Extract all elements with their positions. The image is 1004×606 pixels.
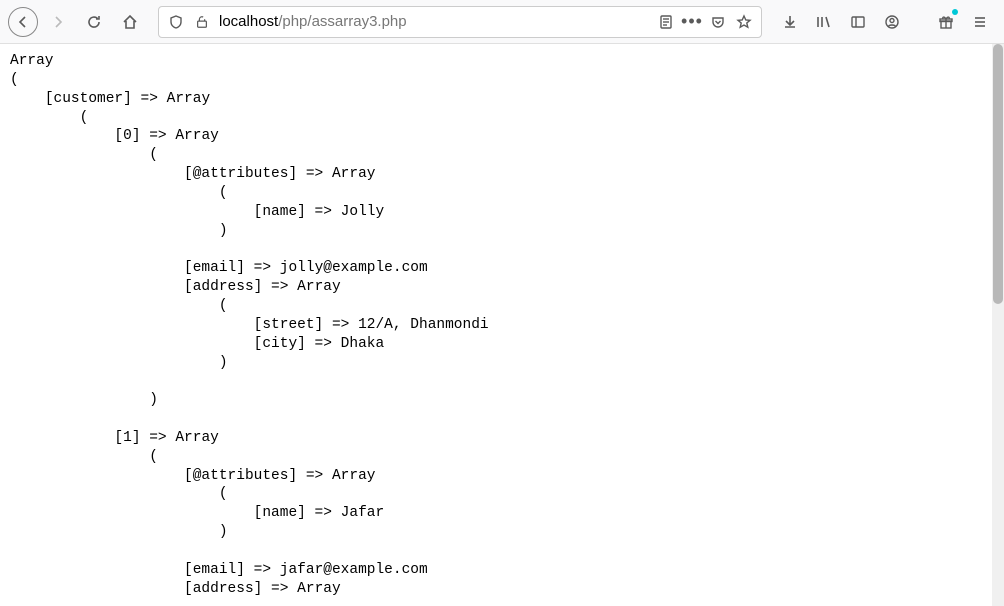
value-email-0: jolly@example.com <box>280 260 428 276</box>
notification-dot-icon <box>952 9 958 15</box>
url-text: localhost/php/assarray3.php <box>219 13 649 30</box>
key-name: [name] <box>254 204 306 220</box>
download-icon <box>782 14 798 30</box>
url-bar[interactable]: localhost/php/assarray3.php ••• <box>158 6 762 38</box>
value-name-1: Jafar <box>341 505 385 521</box>
toolbar-actions <box>774 6 996 38</box>
home-button[interactable] <box>114 6 146 38</box>
whatsnew-button[interactable] <box>930 6 962 38</box>
lock-icon[interactable] <box>193 13 211 31</box>
account-button[interactable] <box>876 6 908 38</box>
url-path: /php/assarray3.php <box>278 13 406 30</box>
library-button[interactable] <box>808 6 840 38</box>
account-icon <box>884 14 900 30</box>
downloads-button[interactable] <box>774 6 806 38</box>
line-root: Array <box>10 53 54 69</box>
home-icon <box>122 14 138 30</box>
sidebar-icon <box>850 14 866 30</box>
key-street: [street] <box>254 317 324 333</box>
forward-arrow-icon <box>50 14 66 30</box>
pocket-icon[interactable] <box>709 13 727 31</box>
hamburger-icon <box>972 14 988 30</box>
page-actions-icon[interactable]: ••• <box>683 13 701 31</box>
key-attributes: [@attributes] <box>184 166 297 182</box>
app-menu-button[interactable] <box>964 6 996 38</box>
value-street-0: 12/A, Dhanmondi <box>358 317 489 333</box>
key-email: [email] <box>184 260 245 276</box>
value-email-1: jafar@example.com <box>280 562 428 578</box>
library-icon <box>815 13 833 31</box>
key-address: [address] <box>184 279 262 295</box>
forward-button[interactable] <box>42 6 74 38</box>
page-content: Array ( [customer] => Array ( [0] => Arr… <box>0 44 1004 606</box>
shield-icon[interactable] <box>167 13 185 31</box>
key-index-0: [0] <box>114 128 140 144</box>
key-index-1: [1] <box>114 430 140 446</box>
line-paren: ( <box>10 72 19 88</box>
browser-toolbar: localhost/php/assarray3.php ••• <box>0 0 1004 44</box>
url-host: localhost <box>219 13 278 30</box>
sidebar-button[interactable] <box>842 6 874 38</box>
scrollbar-thumb[interactable] <box>993 44 1003 304</box>
value-city-0: Dhaka <box>341 336 385 352</box>
key-city: [city] <box>254 336 306 352</box>
back-arrow-icon <box>15 14 31 30</box>
reader-mode-icon[interactable] <box>657 13 675 31</box>
scrollbar-track[interactable] <box>992 44 1004 606</box>
bookmark-star-icon[interactable] <box>735 13 753 31</box>
back-button[interactable] <box>8 7 38 37</box>
value-name-0: Jolly <box>341 204 385 220</box>
reload-icon <box>86 14 102 30</box>
reload-button[interactable] <box>78 6 110 38</box>
gift-icon <box>938 14 954 30</box>
key-customer: [customer] <box>45 91 132 107</box>
